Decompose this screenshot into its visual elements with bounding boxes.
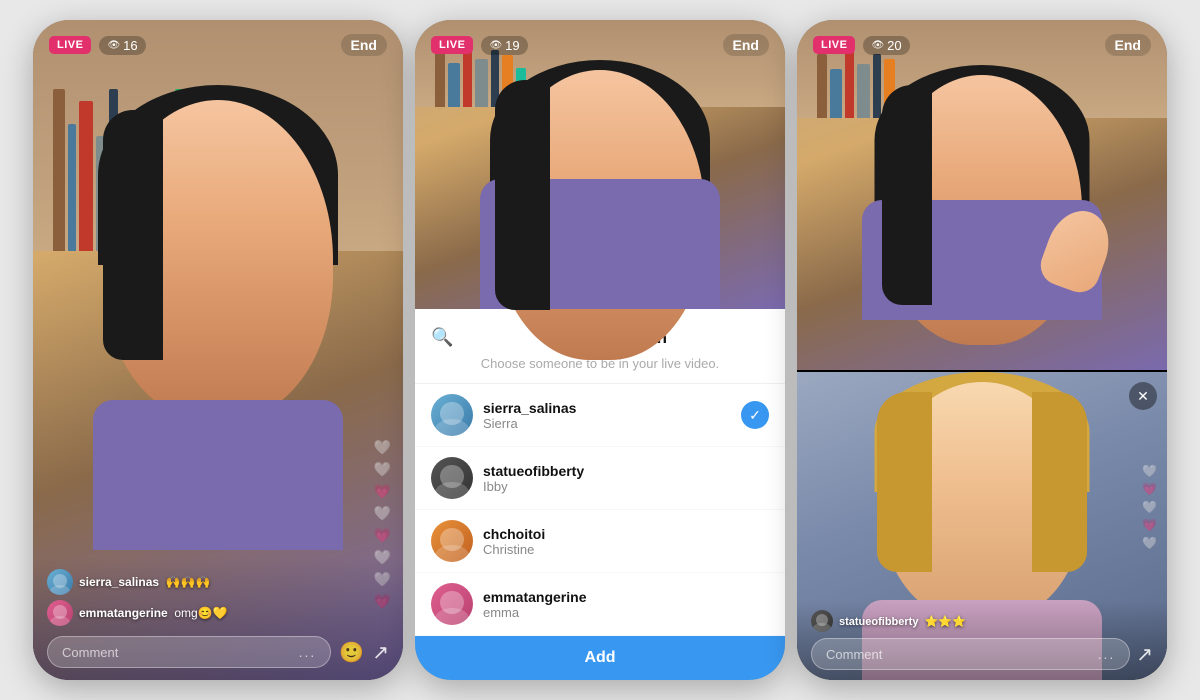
panel-2: LIVE 👁 19 End 🔍 Go Live With Choose some…	[415, 20, 785, 680]
live-badge-1: LIVE	[49, 36, 91, 54]
user-name-0: Sierra	[483, 416, 741, 431]
live-badge-3: LIVE	[813, 36, 855, 54]
end-button-1[interactable]: End	[341, 34, 387, 56]
user-info-3: emmatangerine emma	[483, 589, 769, 620]
comment-placeholder-1: Comment	[62, 645, 118, 660]
comment-1: sierra_salinas 🙌🙌🙌	[47, 569, 389, 595]
bottom-comment-text: statueofibberty ⭐⭐⭐	[839, 615, 966, 628]
input-dots-3: ...	[1098, 646, 1116, 662]
comment-username-2: emmatangerine	[79, 606, 168, 620]
user-name-3: emma	[483, 605, 769, 620]
floating-hearts-3: 🤍 💗 🤍 💗 🤍	[1142, 464, 1157, 550]
bottom-comment-username: statueofibberty	[839, 616, 918, 628]
user-name-1: Ibby	[483, 479, 769, 494]
user-handle-3: emmatangerine	[483, 589, 769, 605]
heart-2: 🤍	[374, 461, 391, 478]
eye-icon-2: 👁	[489, 40, 502, 51]
bottom-comment-emoji: ⭐⭐⭐	[925, 616, 966, 628]
user-info-1: statueofibberty Ibby	[483, 463, 769, 494]
video-top-3	[797, 20, 1167, 370]
end-button-3[interactable]: End	[1105, 34, 1151, 56]
user-avatar-3	[431, 583, 473, 625]
bottom-comment-avatar	[811, 610, 833, 632]
user-info-2: chchoitoi Christine	[483, 526, 769, 557]
viewer-count-3: 👁 20	[863, 36, 909, 55]
user-handle-1: statueofibberty	[483, 463, 769, 479]
comment-placeholder-3: Comment	[826, 647, 882, 662]
end-button-2[interactable]: End	[723, 34, 769, 56]
comment-body-2: omg😊💛	[174, 606, 227, 620]
close-button-3[interactable]: ✕	[1129, 382, 1157, 410]
user-name-2: Christine	[483, 542, 769, 557]
comment-avatar-1	[47, 569, 73, 595]
input-row-3: Comment ... ↗	[811, 638, 1153, 670]
heart-5: 💗	[374, 527, 391, 544]
user-row-3[interactable]: emmatangerine emma	[415, 573, 785, 636]
user-info-0: sierra_salinas Sierra	[483, 400, 741, 431]
search-icon[interactable]: 🔍	[431, 327, 453, 348]
add-button[interactable]: Add	[415, 636, 785, 680]
comment-avatar-2	[47, 600, 73, 626]
share-button-1[interactable]: ↗	[372, 640, 389, 665]
heart-3-1: 🤍	[1142, 464, 1157, 478]
top-bar-3: LIVE 👁 20 End	[797, 20, 1167, 70]
share-button-3[interactable]: ↗	[1136, 642, 1153, 667]
viewer-number-2: 19	[505, 38, 519, 53]
panel-3: ✕ 🤍 💗 🤍 💗 🤍 LIVE 👁 20 End statueofibbert…	[797, 20, 1167, 680]
comment-input-1[interactable]: Comment ...	[47, 636, 331, 668]
comment-text-2: emmatangerine omg😊💛	[79, 606, 228, 620]
top-left-2: LIVE 👁 19	[431, 36, 528, 55]
top-bar-2: LIVE 👁 19 End	[415, 20, 785, 70]
viewer-count-2: 👁 19	[481, 36, 527, 55]
bottom-overlay-3: statueofibberty ⭐⭐⭐ Comment ... ↗	[797, 600, 1167, 680]
heart-3: 💗	[374, 483, 391, 500]
user-row-0[interactable]: sierra_salinas Sierra ✓	[415, 384, 785, 447]
input-dots-1: ...	[299, 644, 317, 660]
user-list: sierra_salinas Sierra ✓ statueofibberty …	[415, 383, 785, 636]
comment-body-1: 🙌🙌🙌	[166, 575, 211, 589]
heart-1: 🤍	[374, 439, 391, 456]
comment-text-1: sierra_salinas 🙌🙌🙌	[79, 575, 211, 589]
user-handle-0: sierra_salinas	[483, 400, 741, 416]
comment-2: emmatangerine omg😊💛	[47, 600, 389, 626]
viewer-number-3: 20	[887, 38, 901, 53]
eye-icon-3: 👁	[871, 40, 884, 51]
modal-subtitle: Choose someone to be in your live video.	[415, 356, 785, 383]
user-row-1[interactable]: statueofibberty Ibby	[415, 447, 785, 510]
comment-input-3[interactable]: Comment ...	[811, 638, 1130, 670]
emoji-button-1[interactable]: 🙂	[339, 640, 364, 665]
heart-3-2: 💗	[1142, 482, 1157, 496]
go-live-modal: 🔍 Go Live With Choose someone to be in y…	[415, 309, 785, 680]
viewer-count-1: 👁 16	[99, 36, 145, 55]
viewer-number-1: 16	[123, 38, 137, 53]
comments-area-1: sierra_salinas 🙌🙌🙌 emmatangerine omg😊💛	[47, 569, 389, 626]
bottom-comment: statueofibberty ⭐⭐⭐	[811, 610, 1153, 632]
split-divider	[797, 370, 1167, 372]
heart-3-3: 🤍	[1142, 500, 1157, 514]
input-row-1: Comment ... 🙂 ↗	[47, 636, 389, 668]
heart-3-4: 💗	[1142, 518, 1157, 532]
heart-3-5: 🤍	[1142, 536, 1157, 550]
video-area-2: LIVE 👁 19 End	[415, 20, 785, 309]
eye-icon-1: 👁	[107, 40, 120, 51]
top-bar-1: LIVE 👁 16 End	[33, 20, 403, 70]
top-left-1: LIVE 👁 16	[49, 36, 146, 55]
user-avatar-0	[431, 394, 473, 436]
selected-check-0: ✓	[741, 401, 769, 429]
top-left-3: LIVE 👁 20	[813, 36, 910, 55]
panel-1: LIVE 👁 16 End 🤍 🤍 💗 🤍 💗 🤍 🤍 💗 sierra_sal…	[33, 20, 403, 680]
user-handle-2: chchoitoi	[483, 526, 769, 542]
user-avatar-1	[431, 457, 473, 499]
bottom-overlay-1: sierra_salinas 🙌🙌🙌 emmatangerine omg😊💛 C…	[33, 557, 403, 680]
heart-4: 🤍	[374, 505, 391, 522]
user-avatar-2	[431, 520, 473, 562]
live-badge-2: LIVE	[431, 36, 473, 54]
comment-username-1: sierra_salinas	[79, 575, 159, 589]
user-row-2[interactable]: chchoitoi Christine	[415, 510, 785, 573]
